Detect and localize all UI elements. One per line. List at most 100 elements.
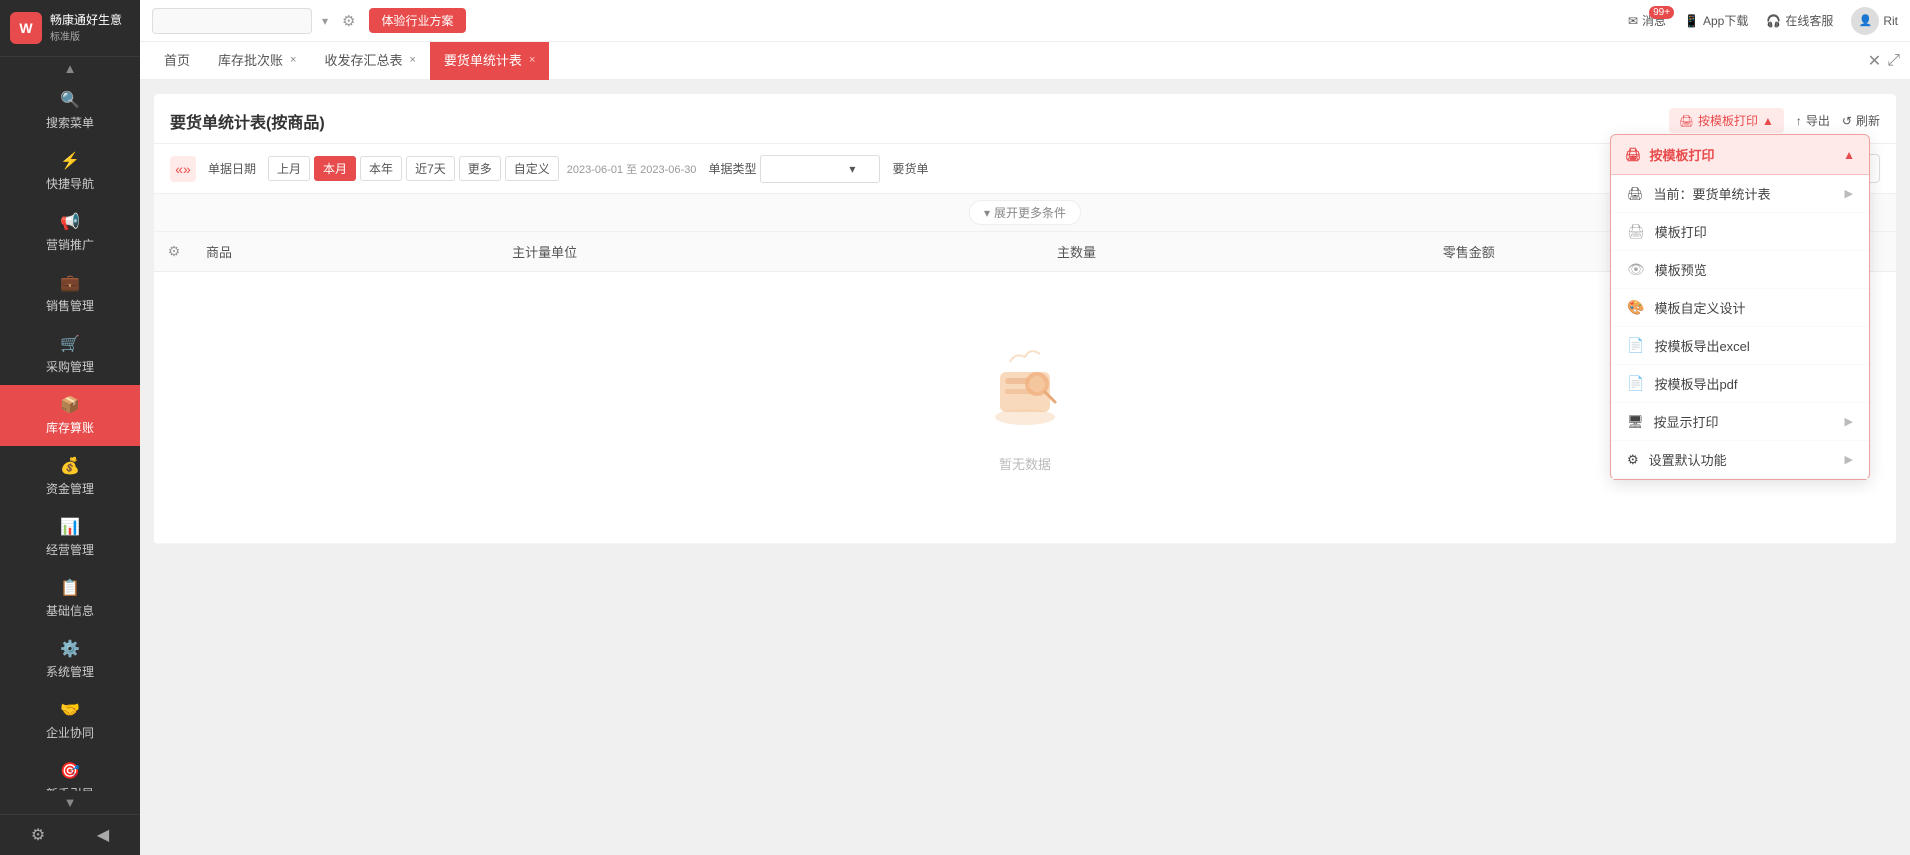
marketing-nav-icon: 📢 [60,212,80,232]
sidebar-item-shortcut[interactable]: ⚡ 快捷导航 [0,141,140,202]
refresh-btn[interactable]: ↺ 刷新 [1842,112,1880,129]
sidebar-scroll-up[interactable]: ▲ [0,57,140,80]
type-select[interactable]: ▾ [760,155,880,183]
date-filter-label: 单据日期 [208,160,256,177]
tab-collection[interactable]: 收发存汇总表 × [310,42,429,80]
sidebar-item-operation[interactable]: 📊 经营管理 [0,507,140,568]
display-print-arrow: ▶ [1845,415,1853,428]
collapse-icon[interactable]: ◀ [97,825,109,845]
dropdown-collapse-icon[interactable]: ▲ [1843,148,1855,162]
dropdown-template-custom[interactable]: 🎨 模板自定义设计 [1611,289,1869,327]
message-btn[interactable]: ✉ 消息 99+ [1628,12,1666,29]
tab-collection-close[interactable]: × [409,54,415,66]
search-nav-icon: 🔍 [60,90,80,110]
default-func-left: ⚙ 设置默认功能 [1627,450,1727,469]
sidebar-item-guide[interactable]: 🎯 新手引导 [0,751,140,791]
expand-more-btn[interactable]: ▾ 展开更多条件 [969,200,1081,225]
sidebar-item-label: 营销推广 [46,236,94,253]
sidebar-item-inventory[interactable]: 📦 库存算账 [0,385,140,446]
download-icon: 📱 [1684,14,1699,28]
dropdown-current-item[interactable]: 🖨 当前：要货单统计表 ▶ [1611,175,1869,213]
dropdown-display-print[interactable]: 🖥 按显示打印 ▶ [1611,403,1869,441]
dropdown-export-excel[interactable]: 📄 按模板导出excel [1611,327,1869,365]
sidebar-item-finance[interactable]: 💰 资金管理 [0,446,140,507]
refresh-label: 刷新 [1856,112,1880,129]
app-name: 畅康通好生意 [50,13,122,29]
collab-nav-icon: 🤝 [60,700,80,720]
export-pdf-icon: 📄 [1627,375,1644,392]
tab-order-stat-close[interactable]: × [529,54,535,66]
date-range-text: 2023-06-01 至 2023-06-30 [567,161,697,177]
app-logo: W 畅康通好生意 标准版 [0,0,140,57]
user-avatar-btn[interactable]: 👤 Rit [1851,7,1898,35]
dropdown-export-pdf[interactable]: 📄 按模板导出pdf [1611,365,1869,403]
sidebar-scroll-down[interactable]: ▼ [0,791,140,814]
default-func-icon: ⚙ [1627,452,1639,468]
app-download-btn[interactable]: 📱 App下载 [1684,12,1748,29]
display-print-label: 按显示打印 [1654,412,1719,431]
export-btn[interactable]: ↑ 导出 [1796,112,1830,129]
demo-button[interactable]: 体验行业方案 [369,8,465,33]
tab-order-stat[interactable]: 要货单统计表 × [430,42,549,80]
tab-order-stat-label: 要货单统计表 [444,50,522,69]
operation-nav-icon: 📊 [60,517,80,537]
sidebar-item-marketing[interactable]: 📢 营销推广 [0,202,140,263]
template-print-icon: 🖨 [1627,223,1645,240]
window-expand-btn[interactable]: ⤢ [1887,52,1900,70]
tab-collection-label: 收发存汇总表 [324,50,402,69]
print-chevron-icon: ▲ [1762,114,1774,128]
tab-batch-label: 库存批次账 [218,50,283,69]
dropdown-header-right: ▲ [1843,148,1855,162]
expand-more-icon: ▾ [984,206,990,220]
online-service-btn[interactable]: 🎧 在线客服 [1766,12,1833,29]
export-excel-label: 按模板导出excel [1654,336,1749,355]
date-current-btn[interactable]: 本月 [314,156,356,181]
sidebar-item-collab[interactable]: 🤝 企业协同 [0,690,140,751]
search-input[interactable] [152,8,312,34]
sidebar-bottom: ⚙ ◀ [0,814,140,855]
service-icon: 🎧 [1766,14,1781,28]
filter-toggle-btn[interactable]: «» [170,156,196,182]
tab-batch-close[interactable]: × [290,54,296,66]
logo-text-wrap: 畅康通好生意 标准版 [50,13,122,44]
sidebar-item-label: 库存算账 [46,419,94,436]
app-badge: 标准版 [50,28,122,43]
settings-icon[interactable]: ⚙ [31,825,45,845]
topbar-gear-icon[interactable]: ⚙ [342,12,355,30]
sidebar-item-search[interactable]: 🔍 搜索菜单 [0,80,140,141]
default-func-label: 设置默认功能 [1649,450,1727,469]
print-template-btn[interactable]: 🖨 按模板打印 ▲ [1669,108,1784,133]
dropdown-template-preview[interactable]: 👁 模板预览 [1611,251,1869,289]
dropdown-template-print[interactable]: 🖨 模板打印 [1611,213,1869,251]
sidebar-item-label: 经营管理 [46,541,94,558]
table-col-gear[interactable]: ⚙ [154,232,194,272]
dropdown-header: 🖨 按模板打印 ▲ [1611,135,1869,175]
tab-home[interactable]: 首页 [150,42,204,80]
window-close-btn[interactable]: ✕ [1868,51,1881,71]
system-nav-icon: ⚙️ [60,639,80,659]
message-badge: 99+ [1649,6,1674,19]
date-year-btn[interactable]: 本年 [360,156,402,181]
sidebar-item-system[interactable]: ⚙️ 系统管理 [0,629,140,690]
date-7days-btn[interactable]: 近7天 [406,156,455,181]
date-more-btn[interactable]: 更多 [459,156,501,181]
finance-nav-icon: 💰 [60,456,80,476]
sidebar-item-label: 系统管理 [46,663,94,680]
display-print-left: 🖥 按显示打印 [1627,412,1719,431]
dropdown-default-func[interactable]: ⚙ 设置默认功能 ▶ [1611,441,1869,479]
current-template-arrow: ▶ [1845,187,1853,200]
date-group: 上月 本月 本年 近7天 更多 自定义 2023-06-01 至 2023-06… [268,156,696,181]
date-custom-btn[interactable]: 自定义 [505,156,559,181]
default-func-arrow: ▶ [1845,453,1853,466]
table-gear-icon[interactable]: ⚙ [168,243,181,259]
sidebar-item-basic[interactable]: 📋 基础信息 [0,568,140,629]
table-col-qty: 主数量 [1045,232,1431,272]
date-prev-btn[interactable]: 上月 [268,156,310,181]
search-chevron-icon[interactable]: ▾ [322,14,328,28]
current-template-icon: 🖨 [1627,186,1644,202]
purchase-nav-icon: 🛒 [60,334,80,354]
print-icon: 🖨 [1679,114,1694,128]
tab-batch[interactable]: 库存批次账 × [204,42,310,80]
sidebar-item-sales[interactable]: 💼 销售管理 [0,263,140,324]
sidebar-item-purchase[interactable]: 🛒 采购管理 [0,324,140,385]
